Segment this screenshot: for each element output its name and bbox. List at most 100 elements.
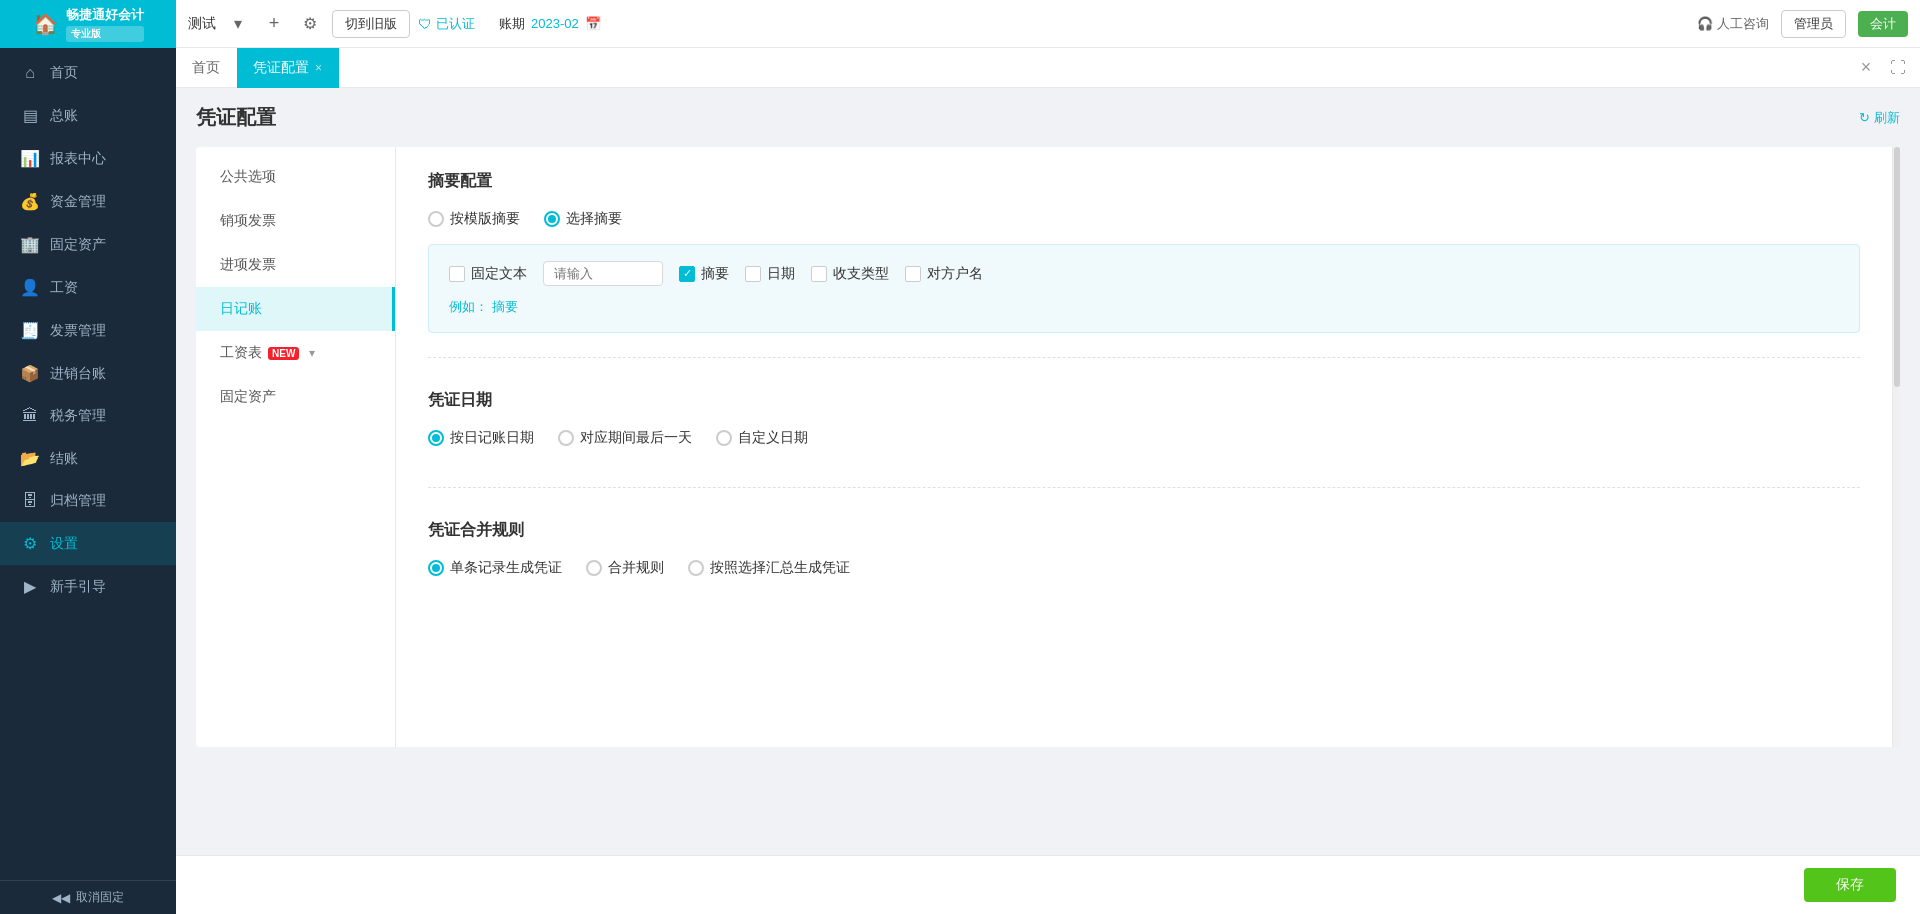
sidebar-item-ledger[interactable]: ▤ 总账 [0,94,176,137]
sidebar-nav: ⌂ 首页 ▤ 总账 📊 报表中心 💰 资金管理 🏢 固定资产 [0,48,176,880]
tab-home[interactable]: 首页 [176,48,237,88]
merge-section-title: 凭证合并规则 [428,520,1860,541]
radio-merge-rules[interactable]: 合并规则 [586,559,664,577]
summary-checkbox-label: 摘要 [701,265,729,283]
home-icon: ⌂ [20,64,40,82]
radio-template-summary[interactable]: 按模版摘要 [428,210,520,228]
radio-single[interactable]: 单条记录生成凭证 [428,559,562,577]
menu-item-public[interactable]: 公共选项 [196,155,395,199]
radio-period-last[interactable]: 对应期间最后一天 [558,429,692,447]
close-all-button[interactable]: × [1852,54,1880,82]
settle-icon: 📂 [20,449,40,468]
config-scrollbar[interactable] [1892,147,1900,747]
tab-voucher-config[interactable]: 凭证配置 × [237,48,339,88]
arrow-left-icon: ◀◀ [52,891,70,905]
summary-options-box: 固定文本 摘要 [428,244,1860,333]
merge-radio-group: 单条记录生成凭证 合并规则 按照选择汇总生成凭证 [428,559,1860,577]
radio-by-selection-label: 按照选择汇总生成凭证 [710,559,850,577]
certified-badge: 🛡 已认证 [418,15,475,33]
menu-item-journal-label: 日记账 [220,300,262,316]
radio-by-selection[interactable]: 按照选择汇总生成凭证 [688,559,850,577]
checkbox-fixed-text[interactable]: 固定文本 [449,265,527,283]
tab-close-icon[interactable]: × [315,61,322,75]
topbar-right: 🎧 人工咨询 管理员 会计 [1697,10,1908,38]
sidebar-item-sales[interactable]: 📦 进销台账 [0,352,176,395]
refresh-button[interactable]: ↻ 刷新 [1859,109,1900,127]
old-version-button[interactable]: 切到旧版 [332,10,410,38]
sidebar-item-settle[interactable]: 📂 结账 [0,437,176,480]
tab-bar: 首页 凭证配置 × × ⛶ [176,48,1920,88]
cancel-fixed-label: 取消固定 [76,889,124,906]
refresh-label: 刷新 [1874,109,1900,127]
settings-icon: ⚙ [20,534,40,553]
menu-item-salary-table-label: 工资表 [220,344,262,362]
radio-journal-date[interactable]: 按日记账日期 [428,429,534,447]
summary-checkbox [679,266,695,282]
sidebar-item-archive[interactable]: 🗄 归档管理 [0,480,176,522]
topbar: 测试 ▾ + ⚙ 切到旧版 🛡 已认证 账期 2023-02 📅 🎧 [176,0,1920,48]
page-content: 凭证配置 ↻ 刷新 公共选项 [176,88,1920,855]
radio-select-circle [544,211,560,227]
accountant-button[interactable]: 会计 [1858,11,1908,37]
content-area: 首页 凭证配置 × × ⛶ 凭证配置 [176,48,1920,914]
menu-item-salary-table[interactable]: 工资表 NEW ▾ [196,331,395,375]
period-info: 账期 2023-02 📅 [499,15,601,33]
radio-journal-date-circle [428,430,444,446]
sidebar-item-guide[interactable]: ▶ 新手引导 [0,565,176,608]
sidebar-item-label: 报表中心 [50,150,106,168]
menu-item-journal[interactable]: 日记账 [196,287,395,331]
refresh-icon: ↻ [1859,110,1870,125]
example-prefix: 例如： [449,299,488,314]
headset-icon: 🎧 [1697,16,1713,31]
settings-gear-icon[interactable]: ⚙ [296,10,324,38]
checkbox-counterpart[interactable]: 对方户名 [905,265,983,283]
sidebar-item-reports[interactable]: 📊 报表中心 [0,137,176,180]
admin-button[interactable]: 管理员 [1781,10,1846,38]
radio-journal-date-label: 按日记账日期 [450,429,534,447]
sidebar-item-tax[interactable]: 🏛 税务管理 [0,395,176,437]
radio-custom-date[interactable]: 自定义日期 [716,429,808,447]
counterpart-checkbox [905,266,921,282]
sidebar-item-label: 设置 [50,535,78,553]
footer-bar: 保存 [176,855,1920,914]
radio-single-label: 单条记录生成凭证 [450,559,562,577]
fullscreen-button[interactable]: ⛶ [1884,54,1912,82]
example-text: 例如： 摘要 [449,298,1839,316]
fixed-text-checkbox [449,266,465,282]
payment-type-checkbox-label: 收支类型 [833,265,889,283]
help-button[interactable]: 🎧 人工咨询 [1697,15,1769,33]
checkbox-date[interactable]: 日期 [745,265,795,283]
sidebar-item-home[interactable]: ⌂ 首页 [0,52,176,94]
sidebar-item-settings[interactable]: ⚙ 设置 [0,522,176,565]
checkbox-payment-type[interactable]: 收支类型 [811,265,889,283]
add-icon[interactable]: + [260,10,288,38]
menu-item-public-label: 公共选项 [220,168,276,184]
sidebar-item-assets[interactable]: 🏢 固定资产 [0,223,176,266]
cancel-fixed-button[interactable]: ◀◀ 取消固定 [0,880,176,914]
radio-template-label: 按模版摘要 [450,210,520,228]
summary-section: 摘要配置 按模版摘要 选择摘要 [428,171,1860,358]
dropdown-icon[interactable]: ▾ [224,10,252,38]
period-value: 2023-02 [531,16,579,31]
menu-item-sales-invoice[interactable]: 销项发票 [196,199,395,243]
radio-select-summary[interactable]: 选择摘要 [544,210,622,228]
calendar-icon[interactable]: 📅 [585,16,601,31]
fixed-text-input[interactable] [543,261,663,286]
salary-icon: 👤 [20,278,40,297]
sidebar-item-label: 新手引导 [50,578,106,596]
menu-item-purchase-invoice[interactable]: 进项发票 [196,243,395,287]
logo-name: 畅捷通好会计 [66,6,144,24]
date-section-title: 凭证日期 [428,390,1860,411]
summary-options-row: 固定文本 摘要 [449,261,1839,286]
assets-icon: 🏢 [20,235,40,254]
sidebar-item-label: 固定资产 [50,236,106,254]
sidebar-item-invoice[interactable]: 🧾 发票管理 [0,309,176,352]
sidebar-item-finance[interactable]: 💰 资金管理 [0,180,176,223]
save-button[interactable]: 保存 [1804,868,1896,902]
sidebar-item-salary[interactable]: 👤 工资 [0,266,176,309]
sidebar-logo: 🏠 畅捷通好会计 专业版 [0,0,176,48]
menu-item-fixed-assets-label: 固定资产 [220,388,276,404]
sales-icon: 📦 [20,364,40,383]
checkbox-summary[interactable]: 摘要 [679,265,729,283]
menu-item-fixed-assets[interactable]: 固定资产 [196,375,395,419]
